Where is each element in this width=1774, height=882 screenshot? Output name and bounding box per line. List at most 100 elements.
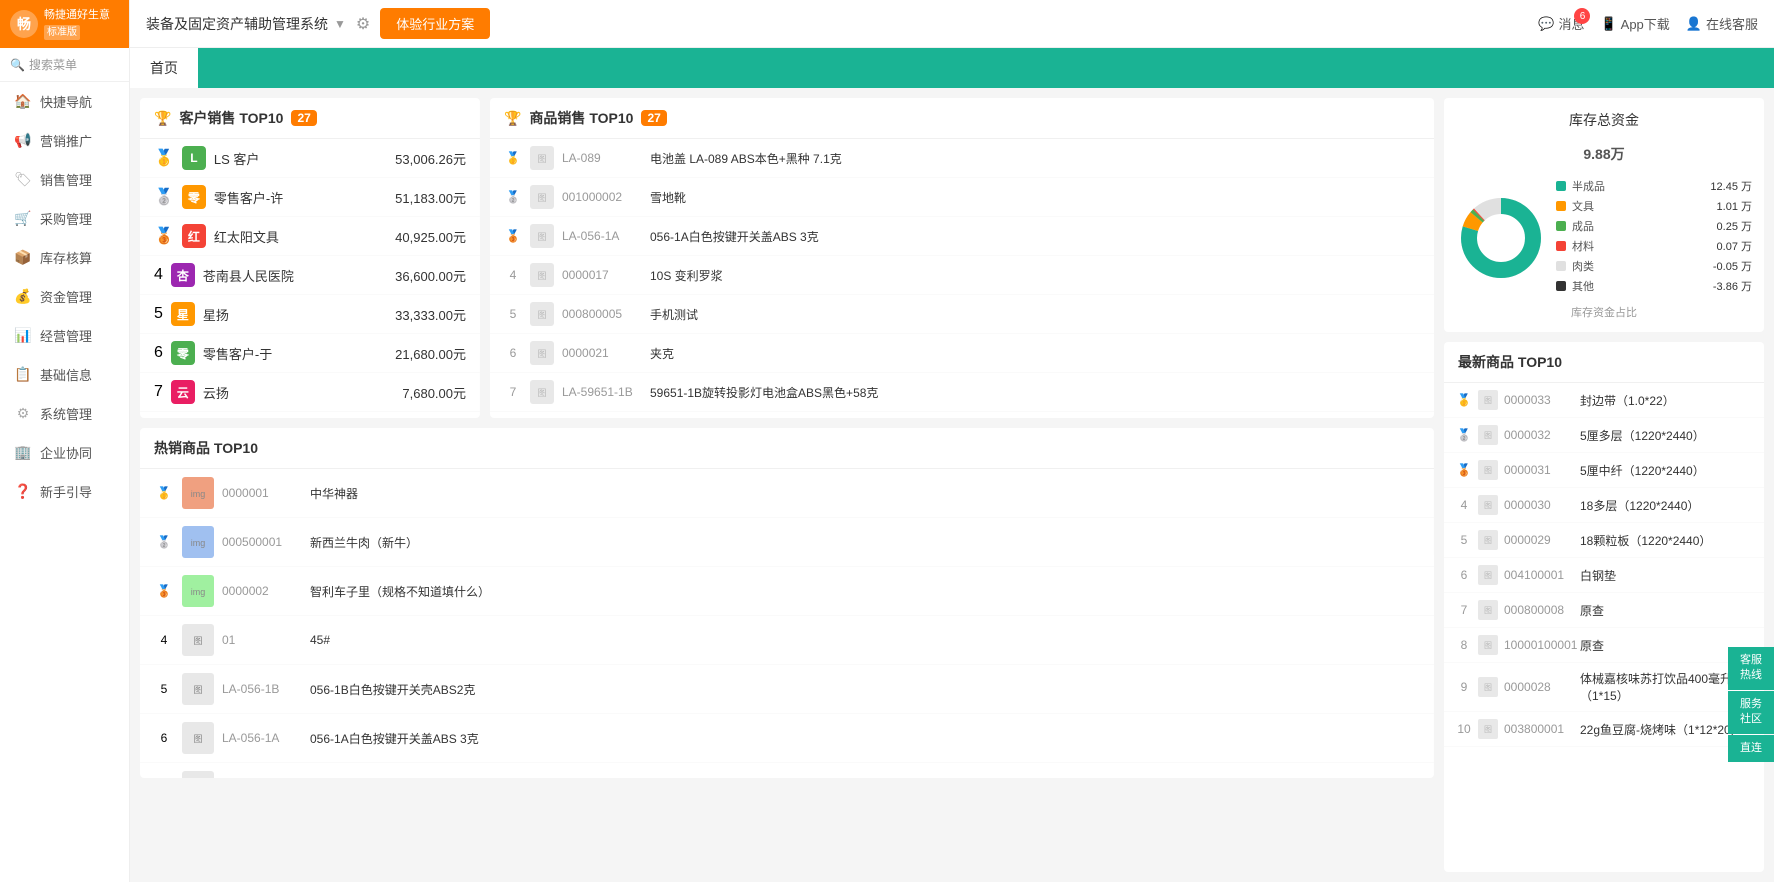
new-products-list: 🥇 图 0000033 封边带（1.0*22） 🥈 图 0000032 5厘多层… xyxy=(1444,383,1764,747)
customer-rank-item[interactable]: 6 零 零售客户-于 21,680.00元 xyxy=(140,334,480,373)
hot-product-item[interactable]: 7 图 NB2.0X30B 2.0X30MM双搓花轴搓花直径2.1MM/ROHS xyxy=(140,763,1434,778)
new-product-item[interactable]: 6 图 004100001 白钢垫 xyxy=(1444,558,1764,593)
legend-item: 材料 0.07 万 xyxy=(1556,238,1752,254)
svg-text:图: 图 xyxy=(537,310,546,320)
hot-code: 000500001 xyxy=(222,535,302,549)
sidebar-item-marketing[interactable]: 📢 营销推广 xyxy=(0,121,129,160)
hot-product-item[interactable]: 5 图 LA-056-1B 056-1B白色按键开关壳ABS2克 xyxy=(140,665,1434,714)
customer-service-button[interactable]: 客服 热线 xyxy=(1728,647,1774,690)
rank-medal: 7 xyxy=(154,383,163,401)
settings-icon[interactable]: ⚙ xyxy=(356,14,370,34)
sidebar-item-inventory[interactable]: 📦 库存核算 xyxy=(0,238,129,277)
donut-chart xyxy=(1456,193,1546,283)
new-product-item[interactable]: 7 图 000800008 原查 xyxy=(1444,593,1764,628)
svg-text:图: 图 xyxy=(537,349,546,359)
product-code: LA-089 xyxy=(562,151,642,165)
svg-text:图: 图 xyxy=(1484,396,1492,405)
product-rank-item[interactable]: 6 图 0000021 夹克 xyxy=(490,334,1434,373)
customer-rank-item[interactable]: 4 杏 苍南县人民医院 36,600.00元 xyxy=(140,256,480,295)
sidebar-item-quick-nav[interactable]: 🏠 快捷导航 xyxy=(0,82,129,121)
tab-home[interactable]: 首页 xyxy=(130,48,198,88)
sidebar-logo: 畅 畅捷通好生意 标准版 xyxy=(0,0,129,48)
new-rank: 7 xyxy=(1456,603,1472,617)
hot-product-item[interactable]: 🥉 img 0000002 智利车子里（规格不知道填什么） xyxy=(140,567,1434,616)
sidebar-item-operation[interactable]: 📊 经营管理 xyxy=(0,316,129,355)
hot-product-item[interactable]: 6 图 LA-056-1A 056-1A白色按键开关盖ABS 3克 xyxy=(140,714,1434,763)
service-community-button[interactable]: 服务 社区 xyxy=(1728,691,1774,734)
customer-avatar: L xyxy=(182,146,206,170)
hot-product-item[interactable]: 🥇 img 0000001 中华神器 xyxy=(140,469,1434,518)
customer-name: 零售客户-许 xyxy=(214,188,387,207)
svg-text:图: 图 xyxy=(1484,466,1492,475)
new-product-item[interactable]: 8 图 10000100001 原查 xyxy=(1444,628,1764,663)
customer-name: LS 客户 xyxy=(214,149,387,168)
chevron-down-icon[interactable]: ▼ xyxy=(334,17,346,31)
new-product-item[interactable]: 5 图 0000029 18颗粒板（1220*2440） xyxy=(1444,523,1764,558)
new-code: 0000030 xyxy=(1504,498,1574,512)
customer-amount: 21,680.00元 xyxy=(395,344,466,363)
svg-text:图: 图 xyxy=(193,636,202,646)
online-service-button[interactable]: 👤 在线客服 xyxy=(1686,14,1758,33)
customer-list: 🥇 L LS 客户 53,006.26元 🥈 零 零售客户-许 51,183.0… xyxy=(140,139,480,418)
home-icon: 🏠 xyxy=(14,93,32,111)
new-product-item[interactable]: 10 图 003800001 22g鱼豆腐-烧烤味（1*12*20） xyxy=(1444,712,1764,747)
customer-rank-item[interactable]: 7 云 云扬 7,680.00元 xyxy=(140,373,480,412)
new-product-item[interactable]: 🥇 图 0000033 封边带（1.0*22） xyxy=(1444,383,1764,418)
inventory-amount: 9.88万 xyxy=(1456,138,1752,166)
svg-text:图: 图 xyxy=(1484,641,1492,650)
sidebar-item-guide[interactable]: ❓ 新手引导 xyxy=(0,472,129,511)
search-menu-button[interactable]: 🔍 搜索菜单 xyxy=(10,56,119,73)
new-product-item[interactable]: 🥈 图 0000032 5厘多层（1220*2440） xyxy=(1444,418,1764,453)
new-product-item[interactable]: 4 图 0000030 18多层（1220*2440） xyxy=(1444,488,1764,523)
trial-button[interactable]: 体验行业方案 xyxy=(380,8,490,39)
company-icon: 🏢 xyxy=(14,444,32,462)
sidebar-item-finance[interactable]: 💰 资金管理 xyxy=(0,277,129,316)
hot-product-item[interactable]: 4 图 01 45# xyxy=(140,616,1434,665)
new-thumbnail: 图 xyxy=(1478,565,1498,585)
new-rank: 6 xyxy=(1456,568,1472,582)
message-button[interactable]: 💬 消息 6 xyxy=(1538,14,1584,33)
hot-rank: 🥇 xyxy=(154,486,174,500)
product-rank-item[interactable]: 🥉 图 LA-056-1A 056-1A白色按键开关盖ABS 3克 xyxy=(490,217,1434,256)
hot-product-item[interactable]: 🥈 img 000500001 新西兰牛肉（新牛） xyxy=(140,518,1434,567)
legend-value: -3.86 万 xyxy=(1713,278,1752,294)
message-icon: 💬 xyxy=(1538,16,1554,32)
product-rank-item[interactable]: 5 图 000800005 手机测试 xyxy=(490,295,1434,334)
hot-name: 智利车子里（规格不知道填什么） xyxy=(310,583,1420,600)
direct-button[interactable]: 直连 xyxy=(1728,735,1774,762)
app-download-button[interactable]: 📱 App下载 xyxy=(1600,14,1669,33)
rank-medal: 🥉 xyxy=(154,226,174,246)
hot-code: LA-056-1B xyxy=(222,682,302,696)
inventory-icon: 📦 xyxy=(14,249,32,267)
rank-medal: 4 xyxy=(154,266,163,284)
sidebar-item-system[interactable]: ⚙ 系统管理 xyxy=(0,394,129,433)
customer-rank-item[interactable]: 🥈 零 零售客户-许 51,183.00元 xyxy=(140,178,480,217)
product-thumbnail: 图 xyxy=(530,380,554,404)
operation-icon: 📊 xyxy=(14,327,32,345)
svg-text:图: 图 xyxy=(1484,725,1492,734)
sidebar-search-container[interactable]: 🔍 搜索菜单 xyxy=(0,48,129,82)
customer-rank-item[interactable]: 5 星 星扬 33,333.00元 xyxy=(140,295,480,334)
product-rank-item[interactable]: 7 图 LA-59651-1B 59651-1B旋转投影灯电池盒ABS黑色+58… xyxy=(490,373,1434,412)
product-rank-item[interactable]: 🥈 图 001000002 雪地靴 xyxy=(490,178,1434,217)
product-rank-item[interactable]: 🥇 图 LA-089 电池盖 LA-089 ABS本色+黑种 7.1克 xyxy=(490,139,1434,178)
legend-item: 文具 1.01 万 xyxy=(1556,198,1752,214)
sidebar-item-company[interactable]: 🏢 企业协同 xyxy=(0,433,129,472)
sidebar-item-basic[interactable]: 📋 基础信息 xyxy=(0,355,129,394)
sidebar-item-sales[interactable]: 🏷 销售管理 xyxy=(0,160,129,199)
customer-rank-item[interactable]: 🥇 L LS 客户 53,006.26元 xyxy=(140,139,480,178)
customer-amount: 36,600.00元 xyxy=(395,266,466,285)
customer-rank-item[interactable]: 🥉 红 红太阳文具 40,925.00元 xyxy=(140,217,480,256)
new-thumbnail: 图 xyxy=(1478,635,1498,655)
new-product-item[interactable]: 9 图 0000028 体械嘉核味苏打饮品400毫升（1*15） xyxy=(1444,663,1764,712)
hot-thumbnail: 图 xyxy=(182,722,214,754)
new-rank: 8 xyxy=(1456,638,1472,652)
sidebar-item-purchase[interactable]: 🛒 采购管理 xyxy=(0,199,129,238)
new-product-item[interactable]: 🥉 图 0000031 5厘中纤（1220*2440） xyxy=(1444,453,1764,488)
product-rank-item[interactable]: 4 图 0000017 10S 变利罗浆 xyxy=(490,256,1434,295)
trophy-icon: 🏆 xyxy=(154,110,171,127)
customer-badge: 27 xyxy=(291,110,316,126)
customer-rank-item[interactable]: 8 肖 肖总 7,563.00元 xyxy=(140,412,480,418)
content-area: 🏆 客户销售 TOP10 27 🥇 L LS 客户 53,006.26元 🥈 零… xyxy=(130,88,1774,882)
product-code: 000800005 xyxy=(562,307,642,321)
